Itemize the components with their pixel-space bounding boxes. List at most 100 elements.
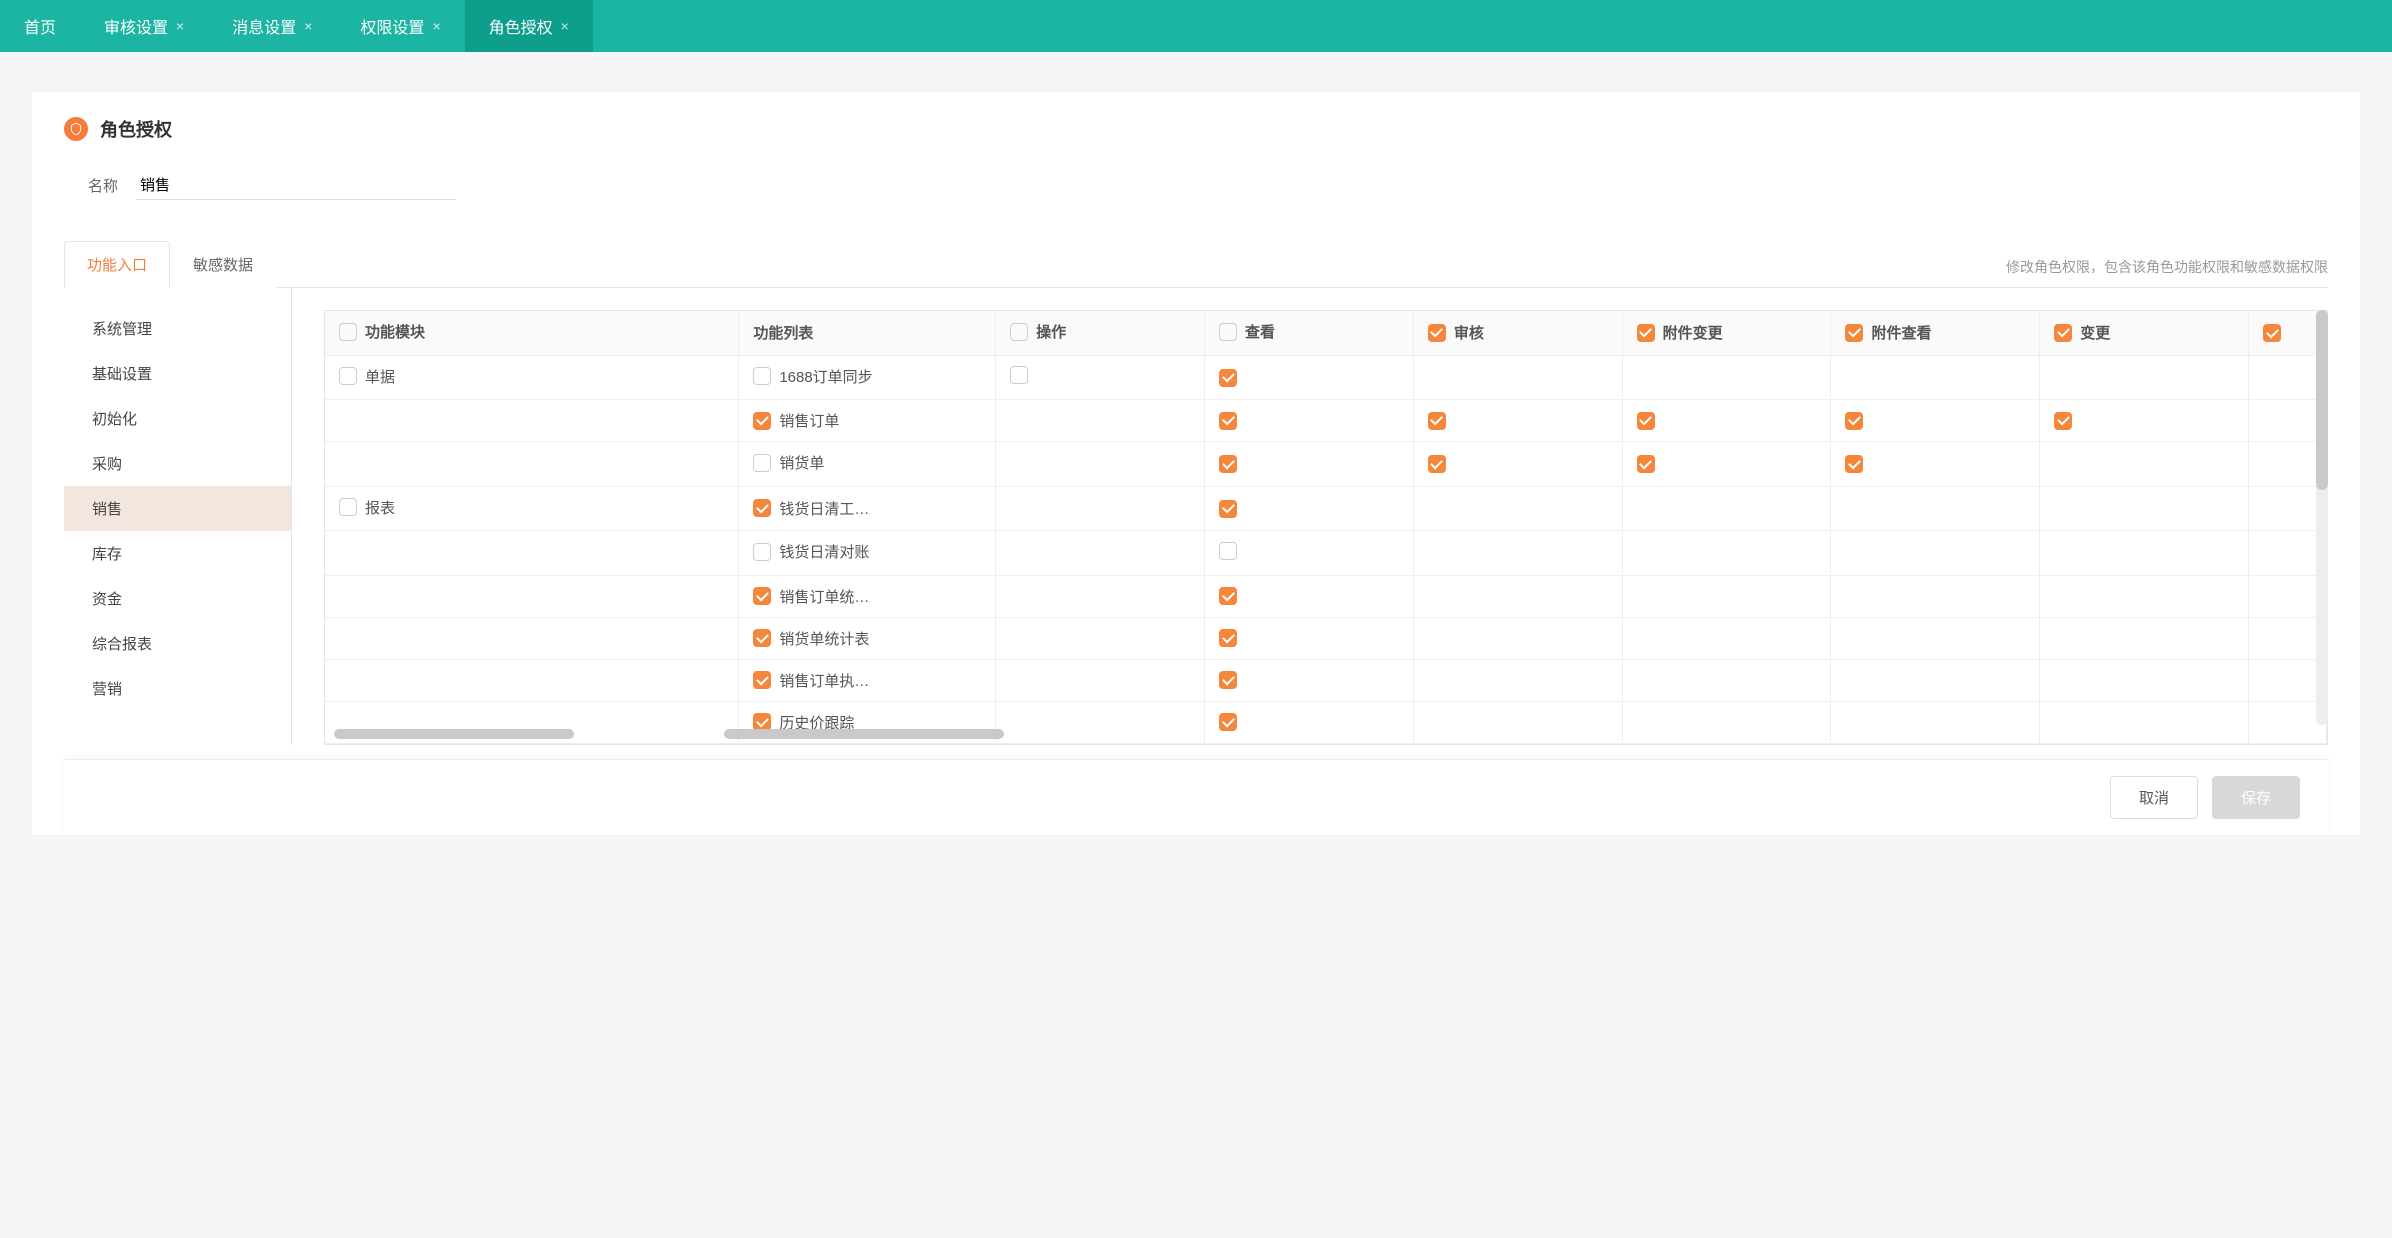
vscroll-thumb[interactable] — [2316, 310, 2328, 490]
sub-tab-功能入口[interactable]: 功能入口 — [64, 241, 170, 288]
attach-view-checkbox[interactable] — [1845, 455, 1863, 473]
page-card: 角色授权 名称 功能入口敏感数据 修改角色权限，包含该角色功能权限和敏感数据权限… — [32, 92, 2360, 835]
view-checkbox[interactable] — [1219, 629, 1237, 647]
header-checkbox-module[interactable] — [339, 323, 357, 341]
func-checkbox[interactable] — [753, 499, 771, 517]
func-checkbox[interactable] — [753, 367, 771, 385]
attach-view-cell — [1831, 618, 2040, 660]
header-checkbox-extra[interactable] — [2263, 324, 2281, 342]
func-cell: 钱货日清对账 — [739, 531, 996, 576]
name-input[interactable] — [136, 170, 456, 200]
audit-checkbox[interactable] — [1428, 412, 1446, 430]
attach-view-cell — [1831, 356, 2040, 401]
name-label: 名称 — [88, 175, 118, 196]
close-icon[interactable]: × — [176, 18, 184, 34]
table-row: 销售订单 — [325, 400, 2327, 442]
col-header-attach-view: 附件查看 — [1831, 311, 2040, 356]
module-checkbox[interactable] — [339, 367, 357, 385]
hscroll-thumb-left[interactable] — [334, 729, 574, 739]
attach-change-checkbox[interactable] — [1637, 412, 1655, 430]
table-row: 单据1688订单同步 — [325, 356, 2327, 401]
content-area: 角色授权 名称 功能入口敏感数据 修改角色权限，包含该角色功能权限和敏感数据权限… — [0, 52, 2392, 835]
header-checkbox-change[interactable] — [2054, 324, 2072, 342]
view-checkbox[interactable] — [1219, 455, 1237, 473]
func-cell: 1688订单同步 — [739, 356, 996, 401]
sub-tab-敏感数据[interactable]: 敏感数据 — [170, 241, 276, 288]
header-checkbox-attach-view[interactable] — [1845, 324, 1863, 342]
attach-view-checkbox[interactable] — [1845, 412, 1863, 430]
name-row: 名称 — [88, 170, 2328, 200]
module-item-库存[interactable]: 库存 — [64, 531, 291, 576]
hscroll-thumb-right[interactable] — [724, 729, 1004, 739]
func-checkbox[interactable] — [753, 587, 771, 605]
module-item-营销[interactable]: 营销 — [64, 666, 291, 711]
func-cell: 钱货日清工作台 — [739, 487, 996, 532]
view-checkbox[interactable] — [1219, 671, 1237, 689]
col-header-list: 功能列表 — [739, 311, 996, 356]
close-icon[interactable]: × — [432, 18, 440, 34]
attach-change-cell — [1623, 442, 1832, 487]
close-icon[interactable]: × — [561, 18, 569, 34]
vertical-scrollbar[interactable] — [2316, 310, 2328, 725]
module-item-采购[interactable]: 采购 — [64, 441, 291, 486]
top-tab-消息设置[interactable]: 消息设置× — [208, 0, 336, 52]
func-checkbox[interactable] — [753, 629, 771, 647]
view-checkbox[interactable] — [1219, 369, 1237, 387]
audit-cell — [1414, 487, 1623, 532]
module-item-综合报表[interactable]: 综合报表 — [64, 621, 291, 666]
change-cell — [2040, 618, 2249, 660]
func-checkbox[interactable] — [753, 454, 771, 472]
header-checkbox-attach-change[interactable] — [1637, 324, 1655, 342]
top-tab-角色授权[interactable]: 角色授权× — [465, 0, 593, 52]
module-item-资金[interactable]: 资金 — [64, 576, 291, 621]
attach-view-cell — [1831, 531, 2040, 576]
cancel-button[interactable]: 取消 — [2110, 776, 2198, 819]
module-cell — [325, 442, 739, 487]
view-checkbox[interactable] — [1219, 412, 1237, 430]
top-tab-首页[interactable]: 首页 — [0, 0, 80, 52]
view-checkbox[interactable] — [1219, 587, 1237, 605]
horizontal-scrollbar[interactable] — [334, 729, 2328, 739]
attach-change-checkbox[interactable] — [1637, 455, 1655, 473]
view-checkbox[interactable] — [1219, 500, 1237, 518]
audit-checkbox[interactable] — [1428, 455, 1446, 473]
func-checkbox[interactable] — [753, 412, 771, 430]
func-cell: 销货单统计表 — [739, 618, 996, 660]
change-cell — [2040, 531, 2249, 576]
top-tab-审核设置[interactable]: 审核设置× — [80, 0, 208, 52]
audit-cell — [1414, 618, 1623, 660]
module-list: 系统管理基础设置初始化采购销售库存资金综合报表营销 — [64, 288, 292, 745]
change-cell — [2040, 576, 2249, 618]
header-checkbox-view[interactable] — [1219, 323, 1237, 341]
header-checkbox-audit[interactable] — [1428, 324, 1446, 342]
module-item-系统管理[interactable]: 系统管理 — [64, 306, 291, 351]
view-cell — [1205, 487, 1414, 532]
module-cell — [325, 618, 739, 660]
audit-cell — [1414, 400, 1623, 442]
permission-table: 功能模块 功能列表 操作 查看 — [324, 310, 2328, 745]
save-button[interactable]: 保存 — [2212, 776, 2300, 819]
attach-change-cell — [1623, 400, 1832, 442]
header-checkbox-op[interactable] — [1010, 323, 1028, 341]
permission-body: 系统管理基础设置初始化采购销售库存资金综合报表营销 功能模块 功能列表 — [64, 288, 2328, 745]
top-tab-权限设置[interactable]: 权限设置× — [336, 0, 464, 52]
func-checkbox[interactable] — [753, 671, 771, 689]
func-cell: 销售订单执行表 — [739, 660, 996, 702]
module-checkbox[interactable] — [339, 498, 357, 516]
module-item-基础设置[interactable]: 基础设置 — [64, 351, 291, 396]
view-cell — [1205, 356, 1414, 401]
col-header-module: 功能模块 — [325, 311, 739, 356]
attach-view-cell — [1831, 576, 2040, 618]
attach-view-cell — [1831, 400, 2040, 442]
table-row: 钱货日清对账 — [325, 531, 2327, 576]
module-item-销售[interactable]: 销售 — [64, 486, 291, 531]
permission-hint: 修改角色权限，包含该角色功能权限和敏感数据权限 — [2006, 257, 2328, 287]
table-row: 销售订单统计表 — [325, 576, 2327, 618]
view-cell — [1205, 618, 1414, 660]
close-icon[interactable]: × — [304, 18, 312, 34]
func-checkbox[interactable] — [753, 543, 771, 561]
module-item-初始化[interactable]: 初始化 — [64, 396, 291, 441]
change-checkbox[interactable] — [2054, 412, 2072, 430]
view-checkbox[interactable] — [1219, 542, 1237, 560]
op-checkbox[interactable] — [1010, 366, 1028, 384]
